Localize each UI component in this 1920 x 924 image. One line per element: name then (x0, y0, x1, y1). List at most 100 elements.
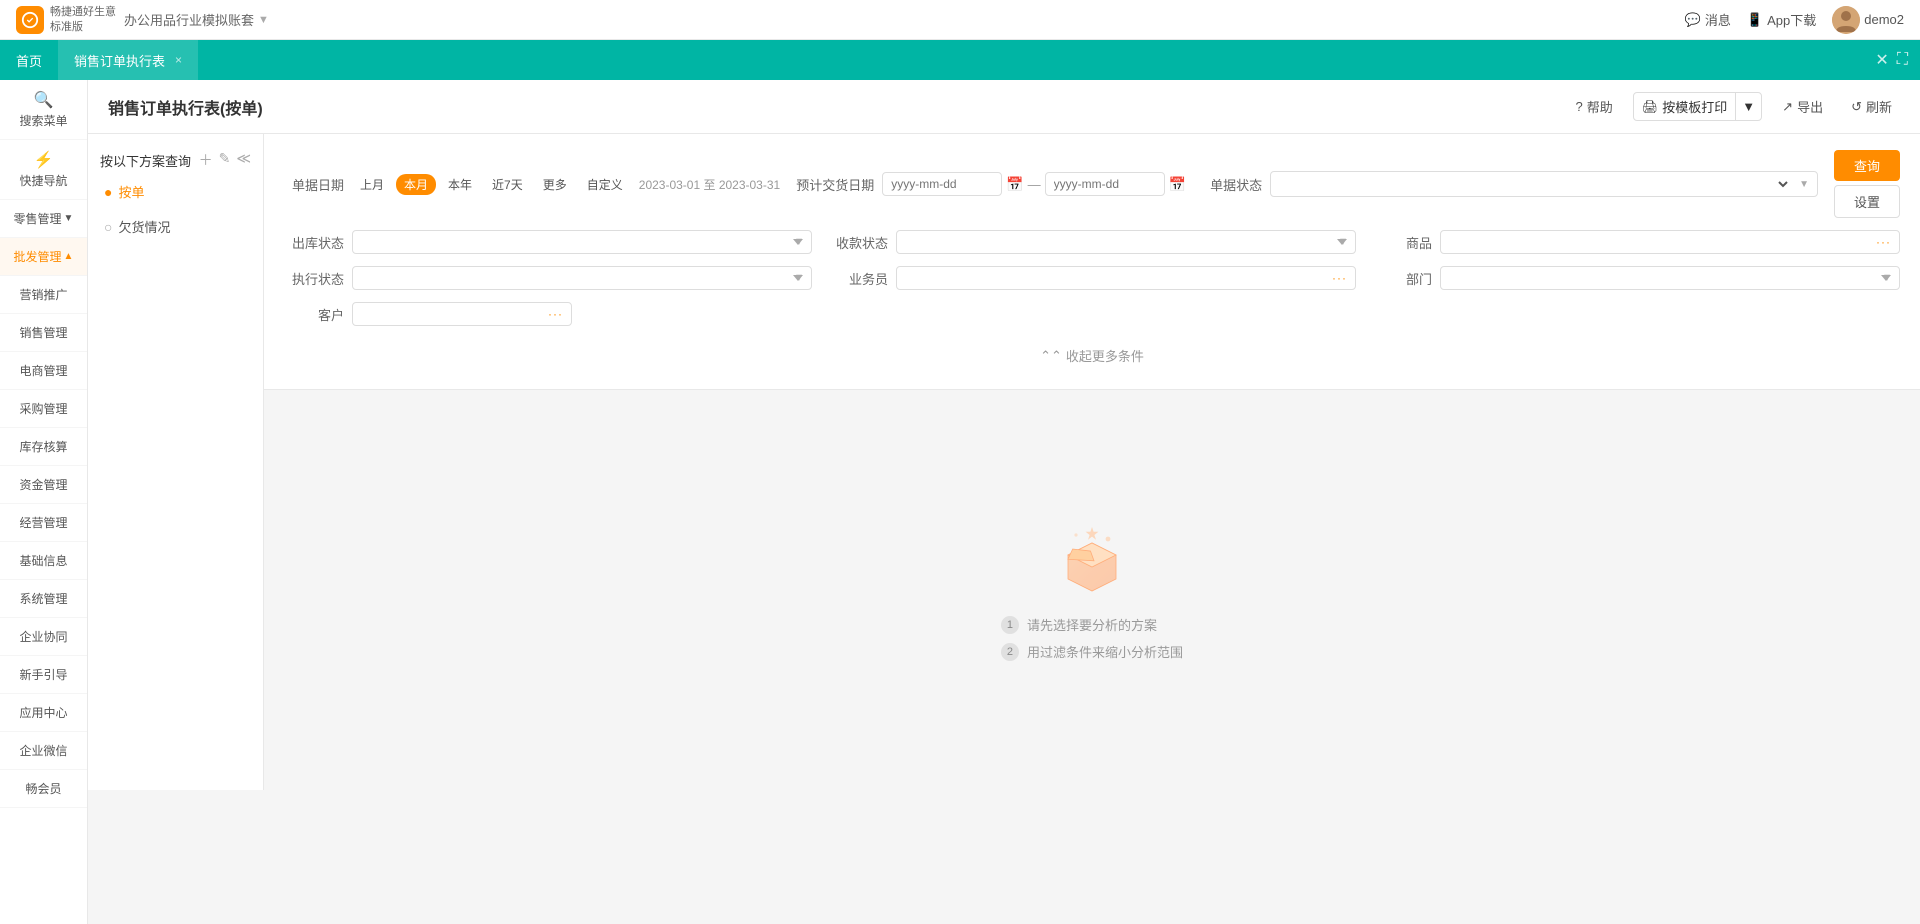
calendar-end-icon[interactable]: 📅 (1169, 176, 1186, 193)
customer-label: 客户 (284, 305, 344, 324)
sidebar-item-ecommerce[interactable]: 电商管理 (0, 352, 87, 390)
results-area: 1 请先选择要分析的方案 2 用过滤条件来缩小分析范围 (264, 390, 1920, 790)
filter-item-按单[interactable]: ● 按单 (88, 174, 263, 209)
sidebar-item-app-center-label: 应用中心 (19, 704, 67, 721)
message-icon: 💬 (1685, 12, 1701, 28)
query-button[interactable]: 查询 (1834, 150, 1900, 181)
search-row-3: 执行状态 ▼ 业务员 ··· (284, 266, 1900, 290)
filter-item-欠货情况[interactable]: ○ 欠货情况 (88, 209, 263, 244)
tab-close-icon[interactable]: × (175, 53, 182, 67)
sidebar-item-inventory-label: 库存核算 (19, 438, 67, 455)
sidebar-item-app-center[interactable]: 应用中心 (0, 694, 87, 732)
sidebar-item-marketing-label: 营销推广 (19, 286, 67, 303)
collapse-filters-button[interactable]: ⌃⌃ 收起更多条件 (284, 338, 1900, 373)
user-profile[interactable]: demo2 (1832, 6, 1904, 34)
date-btn-7days[interactable]: 近7天 (484, 174, 531, 195)
logo-icon (16, 6, 44, 34)
date-btn-this-month[interactable]: 本月 (396, 174, 436, 195)
breadcrumb-arrow-icon: ▼ (258, 14, 269, 26)
doc-status-dropdown-icon[interactable]: ▼ (1791, 179, 1817, 190)
search-panel: 单据日期 上月 本月 本年 近7天 更多 自定义 2023-03-01 至 20… (264, 134, 1920, 390)
department-field: 部门 ▼ (1372, 266, 1900, 290)
print-dropdown-arrow[interactable]: ▼ (1736, 95, 1761, 118)
print-button[interactable]: 🖨 按模板打印 (1634, 93, 1737, 120)
breadcrumb[interactable]: 办公用品行业模拟账套 ▼ (124, 10, 269, 29)
empty-illustration (1052, 519, 1132, 599)
payment-status-select[interactable] (896, 230, 1356, 254)
quick-nav-icon: ⚡ (34, 150, 54, 170)
sidebar-item-member[interactable]: 畅会员 (0, 770, 87, 808)
sidebar-item-sales[interactable]: 销售管理 (0, 314, 87, 352)
settings-button[interactable]: 设置 (1834, 185, 1900, 218)
sidebar-item-inventory[interactable]: 库存核算 (0, 428, 87, 466)
date-separator: — (1028, 177, 1041, 192)
main-content-wrapper: 按以下方案查询 ＋ ✎ ≪ ● 按单 ○ 欠货情况 (88, 134, 1920, 790)
help-button[interactable]: ? 帮助 (1568, 93, 1621, 120)
department-label: 部门 (1372, 269, 1432, 288)
goods-field: 商品 ··· (1372, 230, 1900, 254)
message-button[interactable]: 💬 消息 (1685, 10, 1731, 29)
tab-close-window-icon[interactable]: ✕ (1875, 50, 1888, 70)
sidebar-item-wechat-work[interactable]: 企业微信 (0, 732, 87, 770)
sidebar-item-finance-label: 资金管理 (19, 476, 67, 493)
salesperson-input[interactable]: ··· (896, 266, 1356, 290)
date-btn-this-year[interactable]: 本年 (440, 174, 480, 195)
print-icon: 🖨 (1642, 99, 1659, 115)
sidebar-item-member-label: 畅会员 (25, 780, 61, 797)
tab-bar: 首页 销售订单执行表 × ✕ ⛶ (0, 40, 1920, 80)
avatar (1832, 6, 1860, 34)
sidebar-item-retail[interactable]: 零售管理 ▼ (0, 200, 87, 238)
refresh-button[interactable]: ↺ 刷新 (1843, 93, 1900, 120)
user-name: demo2 (1864, 12, 1904, 27)
sidebar-item-search-menu[interactable]: 🔍 搜索菜单 (0, 80, 87, 140)
department-select[interactable] (1440, 266, 1900, 290)
sidebar-item-sys-mgmt-label: 系统管理 (19, 590, 67, 607)
date-filter-buttons: 上月 本月 本年 近7天 更多 自定义 2023-03-01 至 2023-03… (352, 174, 780, 195)
date-label: 单据日期 (284, 175, 344, 194)
tab-maximize-icon[interactable]: ⛶ (1897, 51, 1908, 69)
search-row-1: 单据日期 上月 本月 本年 近7天 更多 自定义 2023-03-01 至 20… (284, 150, 1900, 218)
filter-item-按单-icon: ● (104, 184, 112, 200)
date-btn-last-month[interactable]: 上月 (352, 174, 392, 195)
app-download-button[interactable]: 📱 App下载 (1747, 10, 1816, 29)
search-row-2: 出库状态 ▼ 收款状态 ▼ (284, 230, 1900, 254)
sidebar-item-enterprise[interactable]: 企业协同 (0, 618, 87, 656)
collapse-filter-icon[interactable]: ≪ (236, 150, 251, 170)
add-filter-icon[interactable]: ＋ (199, 150, 213, 170)
date-btn-more[interactable]: 更多 (535, 174, 575, 195)
sidebar-item-basic-info[interactable]: 基础信息 (0, 542, 87, 580)
sidebar-item-basic-info-label: 基础信息 (19, 552, 67, 569)
customer-input[interactable]: ··· (352, 302, 572, 326)
sidebar-item-guide[interactable]: 新手引导 (0, 656, 87, 694)
sidebar-item-marketing[interactable]: 营销推广 (0, 276, 87, 314)
date-btn-custom[interactable]: 自定义 (579, 174, 631, 195)
sidebar-item-ecommerce-label: 电商管理 (19, 362, 67, 379)
payment-status-label: 收款状态 (828, 233, 888, 252)
page-title-bar: 销售订单执行表(按单) ? 帮助 🖨 按模板打印 ▼ ↗ 导出 (88, 80, 1920, 134)
empty-tips: 1 请先选择要分析的方案 2 用过滤条件来缩小分析范围 (1001, 615, 1183, 661)
sidebar-item-wholesale[interactable]: 批发管理 ▲ (0, 238, 87, 276)
sidebar-item-purchase[interactable]: 采购管理 (0, 390, 87, 428)
left-filter-panel: 按以下方案查询 ＋ ✎ ≪ ● 按单 ○ 欠货情况 (88, 134, 264, 790)
doc-status-select[interactable] (1271, 172, 1791, 196)
sidebar-item-finance[interactable]: 资金管理 (0, 466, 87, 504)
expected-date-end-input[interactable] (1045, 172, 1165, 196)
exec-status-select[interactable] (352, 266, 812, 290)
tab-active[interactable]: 销售订单执行表 × (58, 40, 198, 80)
edit-filter-icon[interactable]: ✎ (219, 150, 231, 170)
export-button[interactable]: ↗ 导出 (1774, 93, 1831, 120)
sidebar-item-quick-nav[interactable]: ⚡ 快捷导航 (0, 140, 87, 200)
mobile-icon: 📱 (1747, 12, 1763, 28)
empty-tip-2: 2 用过滤条件来缩小分析范围 (1001, 642, 1183, 661)
outbound-status-select[interactable] (352, 230, 812, 254)
goods-input[interactable]: ··· (1440, 230, 1900, 254)
sidebar-item-operations[interactable]: 经营管理 (0, 504, 87, 542)
sidebar-item-search-menu-label: 搜索菜单 (19, 112, 67, 129)
expected-date-start-input[interactable] (882, 172, 1002, 196)
retail-arrow-icon: ▼ (64, 213, 74, 224)
filter-item-按单-label: 按单 (118, 182, 144, 201)
top-bar-right: 💬 消息 📱 App下载 demo2 (1685, 6, 1904, 34)
tab-home[interactable]: 首页 (0, 40, 58, 80)
sidebar-item-sys-mgmt[interactable]: 系统管理 (0, 580, 87, 618)
calendar-start-icon[interactable]: 📅 (1006, 176, 1023, 193)
